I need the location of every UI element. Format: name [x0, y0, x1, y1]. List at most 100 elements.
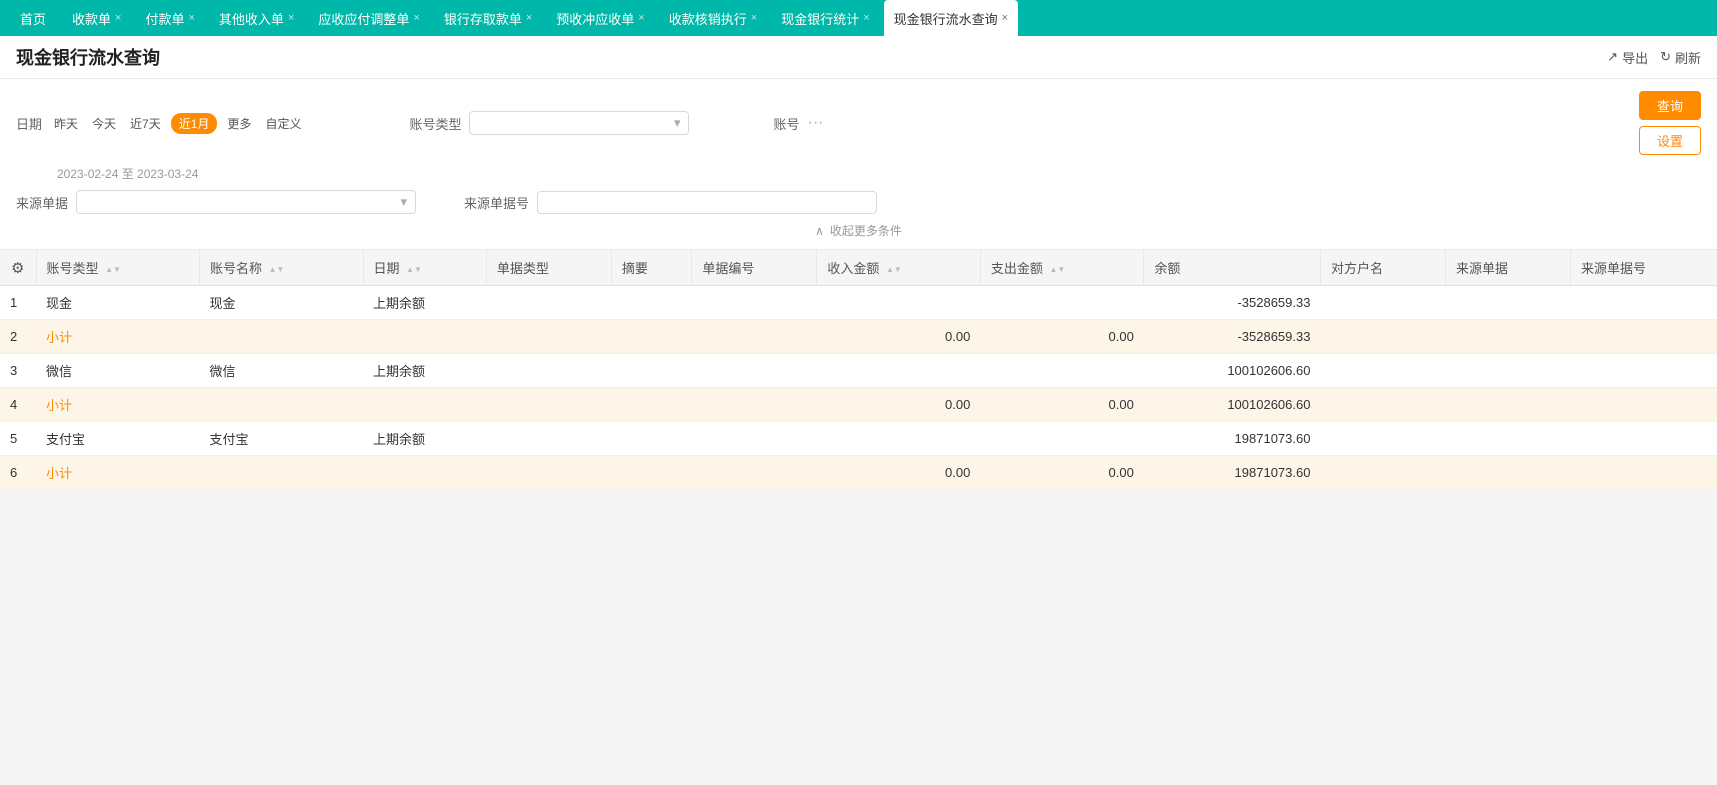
collapse-bar[interactable]: ∧ 收起更多条件 — [16, 218, 1701, 241]
source-doc-select[interactable]: ▾ — [76, 190, 416, 214]
nav-tab-6[interactable]: 收款核销执行 × — [659, 0, 767, 36]
row-date: 上期余额 — [363, 354, 486, 388]
account-type-select[interactable]: ▾ — [469, 111, 689, 135]
source-doc-no-filter-group: 来源单据号 — [464, 191, 877, 214]
col-date[interactable]: 日期 ▲▼ — [363, 250, 486, 286]
filter-area: 日期 昨天 今天 近7天 近1月 更多 自定义 账号类型 ▾ 账号 ··· — [0, 79, 1717, 250]
row-index: 4 — [0, 388, 36, 422]
table-settings-icon[interactable]: ⚙ — [11, 260, 24, 277]
col-account-type[interactable]: 账号类型 ▲▼ — [36, 250, 200, 286]
row-counterpart — [1320, 320, 1445, 354]
col-settings[interactable]: ⚙ — [0, 250, 36, 286]
date-yesterday[interactable]: 昨天 — [50, 114, 82, 133]
source-doc-no-input[interactable] — [537, 191, 877, 214]
source-doc-arrow-icon: ▾ — [400, 194, 407, 210]
date-filter-group: 日期 昨天 今天 近7天 近1月 更多 自定义 — [16, 113, 305, 134]
row-balance: 100102606.60 — [1144, 354, 1321, 388]
refresh-button[interactable]: ↻ 刷新 — [1660, 48, 1701, 67]
nav-tab-0[interactable]: 收款单 × — [62, 0, 131, 36]
account-type-arrow-icon: ▾ — [674, 115, 681, 131]
row-counterpart — [1320, 422, 1445, 456]
row-source-doc-no — [1571, 456, 1717, 490]
nav-tab-7[interactable]: 现金银行统计 × — [771, 0, 879, 36]
close-tab-2-icon[interactable]: × — [288, 12, 294, 24]
row-counterpart — [1320, 388, 1445, 422]
close-tab-0-icon[interactable]: × — [115, 12, 121, 24]
row-income: 0.00 — [817, 388, 981, 422]
source-doc-label: 来源单据 — [16, 193, 68, 212]
row-summary — [611, 422, 692, 456]
row-income — [817, 422, 981, 456]
col-expense[interactable]: 支出金额 ▲▼ — [980, 250, 1144, 286]
row-summary — [611, 286, 692, 320]
col-doc-type: 单据类型 — [486, 250, 611, 286]
date-7days[interactable]: 近7天 — [126, 114, 165, 133]
settings-button[interactable]: 设置 — [1639, 126, 1701, 155]
date-range-display: 2023-02-24 至 2023-03-24 — [53, 165, 198, 182]
export-button[interactable]: ↗ 导出 — [1607, 48, 1648, 67]
col-doc-no: 单据编号 — [692, 250, 817, 286]
row-account-name — [200, 456, 364, 490]
close-tab-1-icon[interactable]: × — [188, 12, 194, 24]
row-index: 6 — [0, 456, 36, 490]
row-source-doc-no — [1571, 320, 1717, 354]
table-row: 3微信微信上期余额100102606.60 — [0, 354, 1717, 388]
close-tab-3-icon[interactable]: × — [413, 12, 419, 24]
row-expense — [980, 286, 1144, 320]
query-button[interactable]: 查询 — [1639, 91, 1701, 120]
row-account-name: 微信 — [200, 354, 364, 388]
row-account-name — [200, 388, 364, 422]
table-row: 1现金现金上期余额-3528659.33 — [0, 286, 1717, 320]
row-date — [363, 388, 486, 422]
date-more[interactable]: 更多 — [223, 114, 255, 133]
row-doc-no — [692, 422, 817, 456]
date-today[interactable]: 今天 — [88, 114, 120, 133]
header-actions: ↗ 导出 ↻ 刷新 — [1607, 48, 1701, 67]
close-tab-7-icon[interactable]: × — [863, 12, 869, 24]
row-doc-no — [692, 456, 817, 490]
row-source-doc — [1445, 456, 1570, 490]
close-tab-4-icon[interactable]: × — [526, 12, 532, 24]
col-account-name[interactable]: 账号名称 ▲▼ — [200, 250, 364, 286]
close-tab-6-icon[interactable]: × — [751, 12, 757, 24]
date-range-row: 2023-02-24 至 2023-03-24 — [16, 165, 1701, 182]
col-counterpart: 对方户名 — [1320, 250, 1445, 286]
row-income: 0.00 — [817, 320, 981, 354]
row-counterpart — [1320, 286, 1445, 320]
filter-row-1: 日期 昨天 今天 近7天 近1月 更多 自定义 账号类型 ▾ 账号 ··· — [16, 91, 1701, 155]
date-1month[interactable]: 近1月 — [171, 113, 218, 134]
close-tab-5-icon[interactable]: × — [638, 12, 644, 24]
row-account-name: 支付宝 — [200, 422, 364, 456]
col-summary: 摘要 — [611, 250, 692, 286]
nav-tab-8[interactable]: 现金银行流水查询 × — [884, 0, 1018, 36]
close-tab-8-icon[interactable]: × — [1002, 12, 1008, 24]
nav-tab-3[interactable]: 应收应付调整单 × — [308, 0, 429, 36]
nav-tab-2[interactable]: 其他收入单 × — [209, 0, 304, 36]
source-doc-no-label: 来源单据号 — [464, 193, 529, 212]
account-type-label: 账号类型 — [409, 114, 461, 133]
nav-tab-5[interactable]: 预收冲应收单 × — [546, 0, 654, 36]
row-source-doc — [1445, 320, 1570, 354]
table-header-row: ⚙ 账号类型 ▲▼ 账号名称 ▲▼ 日期 ▲▼ 单据类型 摘要 单据编号 — [0, 250, 1717, 286]
table-row: 6小计0.000.0019871073.60 — [0, 456, 1717, 490]
date-label: 日期 — [16, 114, 42, 133]
col-source-doc: 来源单据 — [1445, 250, 1570, 286]
sort-income-icon: ▲▼ — [886, 266, 902, 274]
row-index: 2 — [0, 320, 36, 354]
date-shortcuts: 昨天 今天 近7天 近1月 更多 自定义 — [50, 113, 305, 134]
col-income[interactable]: 收入金额 ▲▼ — [817, 250, 981, 286]
nav-tab-4[interactable]: 银行存取款单 × — [434, 0, 542, 36]
row-index: 1 — [0, 286, 36, 320]
row-account-type: 小计 — [36, 320, 200, 354]
row-account-type: 微信 — [36, 354, 200, 388]
row-doc-type — [486, 456, 611, 490]
nav-tab-1[interactable]: 付款单 × — [135, 0, 204, 36]
date-custom[interactable]: 自定义 — [261, 114, 305, 133]
sort-expense-icon: ▲▼ — [1049, 266, 1065, 274]
nav-home[interactable]: 首页 — [8, 9, 58, 28]
account-dots[interactable]: ··· — [807, 114, 823, 132]
row-doc-type — [486, 320, 611, 354]
col-source-doc-no: 来源单据号 — [1571, 250, 1717, 286]
row-date: 上期余额 — [363, 286, 486, 320]
row-date — [363, 320, 486, 354]
